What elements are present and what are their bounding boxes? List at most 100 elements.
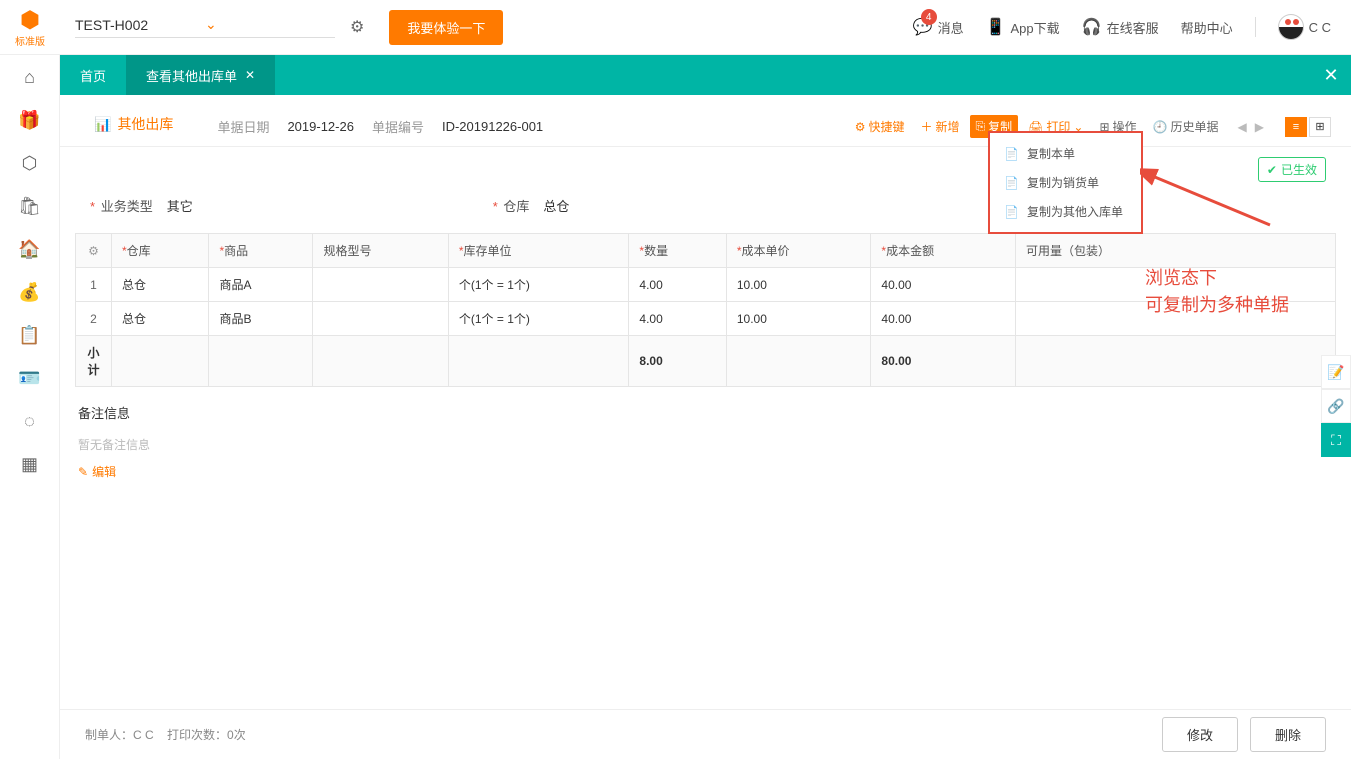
biz-type-value: 其它 [167,196,193,215]
header-right: 💬 4 消息 📱 App下载 🎧 在线客服 帮助中心 C C [913,14,1331,40]
no-label: 单据编号 [372,117,424,136]
doc-icon: 📄 [1004,176,1019,190]
dock-note-icon[interactable]: 📝 [1321,355,1351,389]
add-action[interactable]: ＋新增 [915,115,966,138]
logo-icon: ⬢ [20,7,39,33]
date-value: 2019-12-26 [287,119,354,134]
gift-icon[interactable]: 🎁 [18,110,40,131]
avatar-icon [1278,14,1304,40]
headset-icon: 🎧 [1082,17,1102,37]
divider [1255,17,1256,37]
status-row: ✔已生效 [60,147,1351,182]
check-icon: ✔ [1267,163,1277,177]
footer: 制单人：C C 打印次数：0次 修改 删除 [60,709,1351,759]
col-warehouse: *仓库 [112,234,209,268]
clipboard-icon[interactable]: 📋 [18,325,40,346]
online-service-link[interactable]: 🎧 在线客服 [1082,17,1159,37]
subtotal-row: 小计 8.00 80.00 [76,336,1336,387]
col-spec: 规格型号 [313,234,448,268]
doc-header: 📊 其他出库 单据日期 2019-12-26 单据编号 ID-20191226-… [60,95,1351,147]
bag-icon[interactable]: 🛍 [18,196,41,217]
doc-icon: 📄 [1004,205,1019,219]
top-header: ⬢ 标准版 TEST-H002 ⌄ ⚙ 我要体验一下 💬 4 消息 📱 App下… [0,0,1351,55]
new-icon[interactable]: ▦ [21,454,38,475]
card-view-toggle[interactable]: ⊞ [1309,117,1331,137]
form-row: * 业务类型 其它 * 仓库 总仓 [60,182,1351,233]
close-all-tabs[interactable]: ✕ [1311,55,1351,95]
help-center-link[interactable]: 帮助中心 [1181,18,1233,37]
table-row[interactable]: 2 总仓 商品B 个(1个 = 1个) 4.00 10.00 40.00 [76,302,1336,336]
left-nav: ⌂ 🎁 ⬡ 🛍 🏠 💰 📋 🪪 ◌ ▦ [0,55,60,759]
col-avail: 可用量（包装） [1016,234,1336,268]
footer-info: 制单人：C C 打印次数：0次 [85,726,246,743]
table-wrap: ⚙ *仓库 *商品 规格型号 *库存单位 *数量 *成本单价 *成本金额 可用量… [60,233,1351,387]
chevron-down-icon: ⌄ [205,16,335,33]
copy-dropdown: 📄复制本单 📄复制为销货单 📄复制为其他入库单 [988,133,1143,234]
transfer-icon[interactable]: ◌ [24,411,35,432]
settings-icon[interactable]: ⚙ [350,17,364,37]
dock-link-icon[interactable]: 🔗 [1321,389,1351,423]
tab-home[interactable]: 首页 [60,55,126,95]
home-icon[interactable]: ⌂ [24,67,35,88]
col-cost-price: *成本单价 [726,234,871,268]
remark-empty: 暂无备注信息 [78,436,1333,453]
col-qty: *数量 [629,234,726,268]
copy-this-doc[interactable]: 📄复制本单 [990,139,1141,168]
edit-remark-link[interactable]: ✎编辑 [78,463,1333,480]
col-cost-amount: *成本金额 [871,234,1016,268]
document-content: 📊 其他出库 单据日期 2019-12-26 单据编号 ID-20191226-… [60,95,1351,709]
history-action[interactable]: 🕘历史单据 [1147,115,1225,138]
company-name: TEST-H002 [75,17,205,33]
biz-type-field: * 业务类型 其它 [90,196,193,215]
warehouse-icon[interactable]: ⬡ [22,153,38,174]
building-icon[interactable]: 🏠 [18,239,40,260]
chart-icon: 📊 [94,116,111,133]
tab-bar: 首页 查看其他出库单 ✕ ✕ [60,55,1351,95]
status-badge: ✔已生效 [1258,157,1326,182]
copy-icon: ⎘ [976,119,986,134]
history-icon: 🕘 [1153,120,1168,134]
logo[interactable]: ⬢ 标准版 [0,7,60,48]
date-label: 单据日期 [217,117,269,136]
money-icon[interactable]: 💰 [18,282,40,303]
doc-type-tab[interactable]: 📊 其他出库 [80,104,187,146]
doc-icon: 📄 [1004,147,1019,161]
copy-as-sales[interactable]: 📄复制为销货单 [990,168,1141,197]
gear-icon: ⚙ [855,120,866,134]
remark-section: 备注信息 暂无备注信息 ✎编辑 [60,387,1351,496]
gear-column[interactable]: ⚙ [76,234,112,268]
logo-label: 标准版 [15,33,45,48]
right-dock: 📝 🔗 ⛶ [1321,355,1351,457]
remark-title: 备注信息 [78,403,1333,422]
modify-button[interactable]: 修改 [1162,717,1238,752]
shortcut-action[interactable]: ⚙快捷键 [849,115,911,138]
messages-label: 消息 [938,18,964,37]
delete-button[interactable]: 删除 [1250,717,1326,752]
nav-arrows: ◀ ▶ [1235,120,1267,134]
phone-icon: 📱 [986,17,1006,37]
messages-link[interactable]: 💬 4 消息 [913,17,964,37]
id-icon[interactable]: 🪪 [18,368,40,389]
table-row[interactable]: 1 总仓 商品A 个(1个 = 1个) 4.00 10.00 40.00 [76,268,1336,302]
next-icon[interactable]: ▶ [1252,120,1267,134]
dock-expand-icon[interactable]: ⛶ [1321,423,1351,457]
col-product: *商品 [209,234,313,268]
tab-current[interactable]: 查看其他出库单 ✕ [126,55,275,95]
doc-meta: 单据日期 2019-12-26 单据编号 ID-20191226-001 [217,117,543,146]
warehouse-value: 总仓 [543,196,569,215]
prev-icon[interactable]: ◀ [1235,120,1250,134]
user-name: C C [1309,20,1331,35]
trial-button[interactable]: 我要体验一下 [389,10,503,45]
list-view-toggle[interactable]: ≡ [1285,117,1307,137]
app-download-link[interactable]: 📱 App下载 [986,17,1060,37]
plus-icon: ＋ [921,118,933,135]
message-badge: 4 [921,9,937,25]
warehouse-field: * 仓库 总仓 [493,196,570,215]
copy-as-other-in[interactable]: 📄复制为其他入库单 [990,197,1141,226]
edit-icon: ✎ [78,465,88,479]
company-select[interactable]: TEST-H002 ⌄ [75,16,335,38]
no-value: ID-20191226-001 [442,119,543,134]
main-area: 首页 查看其他出库单 ✕ ✕ 📊 其他出库 单据日期 [60,55,1351,759]
close-icon[interactable]: ✕ [245,68,255,82]
user-menu[interactable]: C C [1278,14,1331,40]
